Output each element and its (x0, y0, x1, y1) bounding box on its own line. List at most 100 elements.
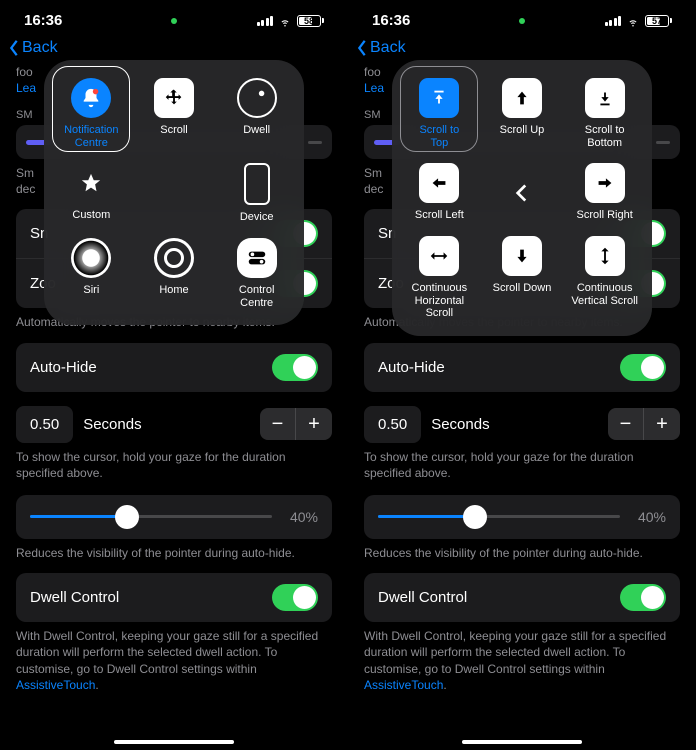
opacity-slider-row: 40% (16, 495, 332, 539)
recording-indicator-icon (519, 18, 525, 24)
menu-item-scroll-up[interactable]: Scroll Up (483, 78, 562, 149)
scroll-right-icon (585, 163, 625, 203)
auto-hide-label: Auto-Hide (378, 359, 445, 376)
dwell-toggle[interactable] (272, 584, 318, 611)
continuous-horizontal-scroll-icon (419, 236, 459, 276)
back-label: Back (370, 39, 406, 57)
back-button[interactable]: Back (356, 39, 406, 57)
menu-item-scroll-left[interactable]: Scroll Left (400, 163, 479, 222)
duration-desc: To show the cursor, hold your gaze for t… (364, 449, 680, 481)
auto-hide-toggle[interactable] (272, 354, 318, 381)
back-label: Back (22, 39, 58, 57)
scroll-icon (154, 78, 194, 118)
siri-icon (71, 238, 111, 278)
menu-item-siri[interactable]: Siri (52, 238, 131, 309)
phone-right: 16:36 57 Back foo Lea SM Smdec Sn (348, 0, 696, 750)
scroll-menu: Scroll toTop Scroll Up Scroll toBottom S… (392, 60, 652, 336)
scroll-to-bottom-icon (585, 78, 625, 118)
opacity-slider[interactable] (378, 515, 620, 518)
wifi-icon (277, 15, 293, 27)
opacity-value: 40% (632, 509, 666, 525)
status-time: 16:36 (372, 12, 472, 29)
menu-item-continuous-vertical-scroll[interactable]: ContinuousVertical Scroll (565, 236, 644, 320)
home-indicator[interactable] (114, 740, 234, 744)
menu-label: Home (159, 284, 188, 297)
duration-value: 0.50 (16, 406, 73, 443)
duration-value: 0.50 (364, 406, 421, 443)
assistivetouch-link[interactable]: AssistiveTouch (364, 678, 443, 692)
menu-item-continuous-horizontal-scroll[interactable]: ContinuousHorizontal Scroll (400, 236, 479, 320)
menu-item-scroll-to-top[interactable]: Scroll toTop (400, 78, 479, 149)
notification-centre-icon (71, 78, 111, 118)
menu-label: Scroll toTop (419, 124, 459, 149)
cellular-icon (257, 16, 274, 26)
menu-item-dwell[interactable]: Dwell (217, 78, 296, 149)
menu-label: Scroll Left (415, 209, 464, 222)
menu-back-button[interactable] (483, 163, 562, 222)
scroll-up-icon (502, 78, 542, 118)
dwell-icon (237, 78, 277, 118)
nav-bar: Back (0, 33, 348, 63)
stepper-minus-button[interactable]: − (260, 408, 296, 440)
dwell-control-row[interactable]: Dwell Control (16, 573, 332, 622)
menu-label: Siri (83, 284, 99, 297)
cellular-icon (605, 16, 622, 26)
menu-label: ContinuousHorizontal Scroll (401, 282, 477, 320)
back-button[interactable]: Back (8, 39, 58, 57)
menu-item-scroll-down[interactable]: Scroll Down (483, 236, 562, 320)
assistivetouch-menu: NotificationCentre Scroll Dwell Custom (44, 60, 304, 325)
menu-label: ControlCentre (239, 284, 274, 309)
dwell-desc: With Dwell Control, keeping your gaze st… (364, 628, 680, 693)
status-time: 16:36 (24, 12, 124, 29)
stepper-plus-button[interactable]: + (296, 408, 332, 440)
menu-item-home[interactable]: Home (135, 238, 214, 309)
nav-bar: Back (348, 33, 696, 63)
stepper-minus-button[interactable]: − (608, 408, 644, 440)
duration-unit: Seconds (83, 416, 250, 433)
menu-label: Scroll Right (577, 209, 633, 222)
slider-thumb[interactable] (115, 505, 139, 529)
menu-label: Scroll (160, 124, 188, 137)
status-bar: 16:36 58 (0, 0, 348, 33)
dwell-desc: With Dwell Control, keeping your gaze st… (16, 628, 332, 693)
auto-hide-row[interactable]: Auto-Hide (16, 343, 332, 392)
menu-label: NotificationCentre (64, 124, 118, 149)
phone-left: 16:36 58 Back foo Lea SM Smdec Sn (0, 0, 348, 750)
control-centre-icon (237, 238, 277, 278)
assistivetouch-link[interactable]: AssistiveTouch (16, 678, 95, 692)
home-indicator[interactable] (462, 740, 582, 744)
auto-hide-row[interactable]: Auto-Hide (364, 343, 680, 392)
auto-hide-toggle[interactable] (620, 354, 666, 381)
menu-label: Scroll Down (493, 282, 552, 295)
home-icon (154, 238, 194, 278)
opacity-slider[interactable] (30, 515, 272, 518)
menu-label: Dwell (243, 124, 270, 137)
duration-desc: To show the cursor, hold your gaze for t… (16, 449, 332, 481)
menu-item-device[interactable]: Device (217, 163, 296, 224)
opacity-value: 40% (284, 509, 318, 525)
menu-item-scroll[interactable]: Scroll (135, 78, 214, 149)
opacity-desc: Reduces the visibility of the pointer du… (364, 545, 680, 561)
menu-item-custom[interactable]: Custom (52, 163, 131, 224)
menu-label: Scroll Up (500, 124, 545, 137)
opacity-slider-row: 40% (364, 495, 680, 539)
menu-item-control-centre[interactable]: ControlCentre (217, 238, 296, 309)
menu-label: Device (240, 211, 274, 224)
menu-item-notification-centre[interactable]: NotificationCentre (52, 78, 131, 149)
menu-item-scroll-right[interactable]: Scroll Right (565, 163, 644, 222)
auto-hide-label: Auto-Hide (30, 359, 97, 376)
stepper-plus-button[interactable]: + (644, 408, 680, 440)
menu-label: ContinuousVertical Scroll (571, 282, 638, 307)
dwell-toggle[interactable] (620, 584, 666, 611)
duration-stepper: − + (260, 408, 332, 440)
slider-thumb[interactable] (463, 505, 487, 529)
battery-icon: 58 (297, 15, 324, 27)
duration-stepper: − + (608, 408, 680, 440)
continuous-vertical-scroll-icon (585, 236, 625, 276)
menu-item-scroll-to-bottom[interactable]: Scroll toBottom (565, 78, 644, 149)
battery-icon: 57 (645, 15, 672, 27)
scroll-down-icon (502, 236, 542, 276)
dwell-control-row[interactable]: Dwell Control (364, 573, 680, 622)
menu-label: Scroll toBottom (585, 124, 625, 149)
dwell-label: Dwell Control (30, 589, 119, 606)
